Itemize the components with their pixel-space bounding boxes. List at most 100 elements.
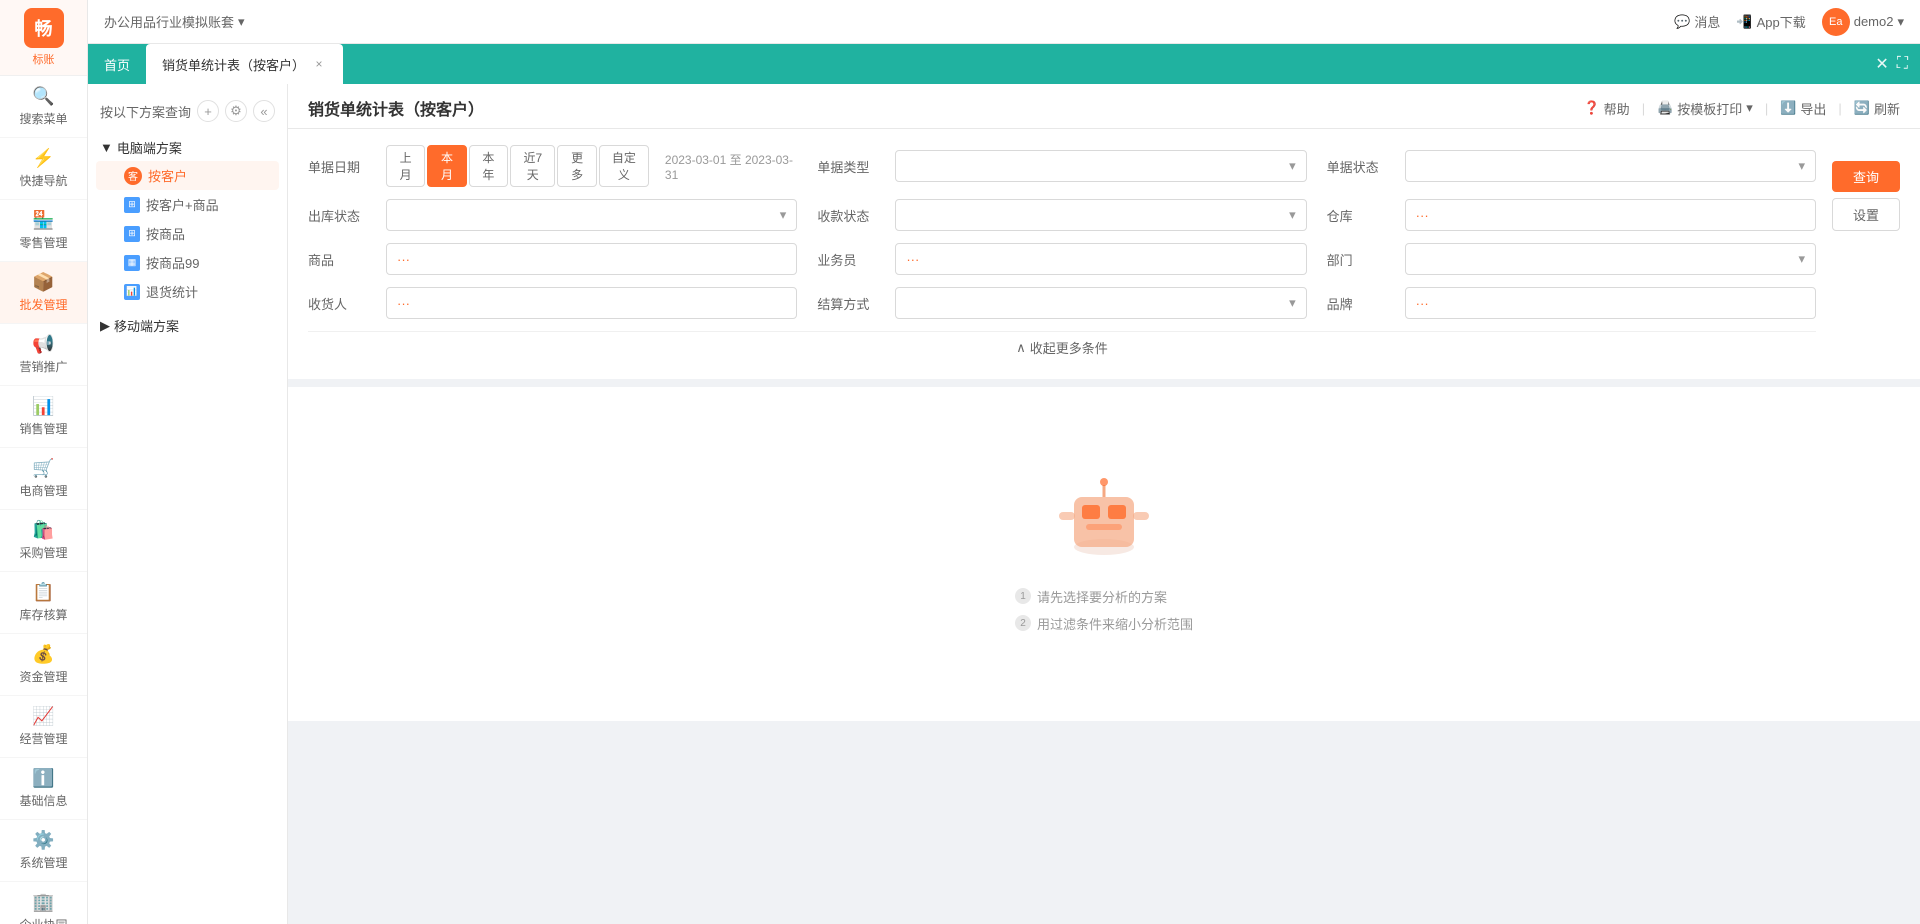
help-label: 帮助 xyxy=(1604,99,1630,118)
sidebar-item-enterprise[interactable]: 🏢 企业协同 xyxy=(0,882,87,924)
tree-item-label: 按商品99 xyxy=(146,253,199,272)
tree-item-return-stats[interactable]: 📊 退货统计 xyxy=(96,277,279,306)
product-label: 商品 xyxy=(308,250,378,269)
last-month-btn[interactable]: 上月 xyxy=(386,145,425,187)
app-icon: 📲 xyxy=(1736,14,1752,30)
tab-active[interactable]: 销货单统计表（按客户） × xyxy=(146,44,343,84)
username: demo2 xyxy=(1854,14,1894,29)
avatar: Ea xyxy=(1822,8,1850,36)
tab-close-all-button[interactable]: ✕ xyxy=(1875,54,1888,74)
collapse-more-button[interactable]: ∧ 收起更多条件 xyxy=(308,331,1816,363)
tab-maximize-button[interactable]: ⛶ xyxy=(1897,55,1908,73)
sidebar-item-marketing[interactable]: 📢 营销推广 xyxy=(0,324,87,386)
sidebar-item-quick-nav[interactable]: ⚡ 快捷导航 xyxy=(0,138,87,200)
sidebar-item-operations[interactable]: 📈 经营管理 xyxy=(0,696,87,758)
tab-bar: 首页 销货单统计表（按客户） × ✕ ⛶ xyxy=(88,44,1920,84)
brand-input[interactable]: ··· xyxy=(1405,287,1816,319)
message-button[interactable]: 💬 消息 xyxy=(1674,12,1720,31)
sidebar-item-search[interactable]: 🔍 搜索菜单 xyxy=(0,76,87,138)
query-button[interactable]: 查询 xyxy=(1832,161,1900,192)
settings-scheme-button[interactable]: ⚙ xyxy=(225,100,247,122)
tree-item-by-customer[interactable]: 客 按客户 xyxy=(96,161,279,190)
panel-header: 按以下方案查询 + ⚙ « xyxy=(88,94,287,128)
tip-2-num: 2 xyxy=(1015,615,1031,631)
tree-item-by-customer-product[interactable]: ⊞ 按客户+商品 xyxy=(96,190,279,219)
payment-status-input[interactable]: ▾ xyxy=(895,199,1306,231)
tree-item-label: 退货统计 xyxy=(146,282,198,301)
app-download-button[interactable]: 📲 App下载 xyxy=(1736,12,1805,31)
recipient-input[interactable]: ··· xyxy=(386,287,797,319)
collapse-panel-button[interactable]: « xyxy=(253,100,275,122)
tip-2: 2 用过滤条件来缩小分析范围 xyxy=(1015,614,1193,633)
tab-close-button[interactable]: × xyxy=(311,56,327,72)
salesperson-dots: ··· xyxy=(906,252,919,267)
help-button[interactable]: ❓ 帮助 xyxy=(1583,99,1629,118)
export-button[interactable]: ⬇️ 导出 xyxy=(1780,99,1826,118)
recipient-dots: ··· xyxy=(397,296,410,311)
sidebar-item-purchase[interactable]: 🛍️ 采购管理 xyxy=(0,510,87,572)
department-dropdown-icon: ▾ xyxy=(1798,251,1805,267)
export-icon: ⬇️ xyxy=(1780,100,1796,116)
tree-item-by-product-99[interactable]: ▦ 按商品99 xyxy=(96,248,279,277)
tree-header-label: 电脑端方案 xyxy=(117,138,182,157)
sidebar-item-finance[interactable]: 💰 资金管理 xyxy=(0,634,87,696)
finance-icon: 💰 xyxy=(32,644,54,665)
industry-label: 办公用品行业模拟账套 xyxy=(104,12,234,31)
payment-method-input[interactable]: ▾ xyxy=(895,287,1306,319)
sidebar-item-label: 库存核算 xyxy=(19,606,67,623)
custom-btn[interactable]: 自定义 xyxy=(599,145,649,187)
sidebar-item-system[interactable]: ⚙️ 系统管理 xyxy=(0,820,87,882)
export-label: 导出 xyxy=(1800,99,1826,118)
more-btn[interactable]: 更多 xyxy=(557,145,596,187)
right-content: 销货单统计表（按客户） ❓ 帮助 | 🖨️ 按模板打印 ▾ | ⬇️ xyxy=(288,84,1920,924)
logo-icon: 畅 xyxy=(24,8,64,48)
search-icon: 🔍 xyxy=(32,86,54,107)
settings-button[interactable]: 设置 xyxy=(1832,198,1900,231)
sidebar-item-wholesale[interactable]: 📦 批发管理 xyxy=(0,262,87,324)
message-label: 消息 xyxy=(1694,12,1720,31)
date-label: 单据日期 xyxy=(308,157,378,176)
ecommerce-icon: 🛒 xyxy=(32,458,54,479)
tree-section: ▼ 电脑端方案 客 按客户 ⊞ 按客户+商品 ⊞ 按商品 ▦ 按商品99 xyxy=(88,134,287,339)
help-icon: ❓ xyxy=(1583,100,1599,116)
doc-status-filter: 单据状态 ▾ xyxy=(1327,150,1816,182)
tree-item-by-product[interactable]: ⊞ 按商品 xyxy=(96,219,279,248)
product-filter: 商品 ··· xyxy=(308,243,797,275)
template-print-button[interactable]: 🖨️ 按模板打印 ▾ xyxy=(1657,99,1753,118)
filter-area: 单据日期 上月 本月 本年 近7天 更多 自定义 2023-03-01 至 20… xyxy=(288,129,1920,379)
out-status-input[interactable]: ▾ xyxy=(386,199,797,231)
product-input[interactable]: ··· xyxy=(386,243,797,275)
refresh-button[interactable]: 🔄 刷新 xyxy=(1854,99,1900,118)
doc-type-input[interactable]: ▾ xyxy=(895,150,1306,182)
sidebar-item-ecommerce[interactable]: 🛒 电商管理 xyxy=(0,448,87,510)
sidebar-item-label: 经营管理 xyxy=(19,730,67,747)
warehouse-dots: ··· xyxy=(1416,208,1429,223)
dropdown-icon: ▾ xyxy=(238,14,245,30)
tab-home[interactable]: 首页 xyxy=(88,44,146,84)
user-profile[interactable]: Ea demo2 ▾ xyxy=(1822,8,1904,36)
sidebar-item-basic[interactable]: ℹ️ 基础信息 xyxy=(0,758,87,820)
industry-selector[interactable]: 办公用品行业模拟账套 ▾ xyxy=(104,12,245,31)
sidebar-item-retail[interactable]: 🏪 零售管理 xyxy=(0,200,87,262)
sidebar-item-sales[interactable]: 📊 销售管理 xyxy=(0,386,87,448)
this-year-btn[interactable]: 本年 xyxy=(469,145,508,187)
sidebar-item-label: 批发管理 xyxy=(19,296,67,313)
print-icon: 🖨️ xyxy=(1657,100,1673,116)
payment-status-filter: 收款状态 ▾ xyxy=(817,199,1306,231)
warehouse-input[interactable]: ··· xyxy=(1405,199,1816,231)
tree-header-desktop[interactable]: ▼ 电脑端方案 xyxy=(96,134,279,161)
basic-icon: ℹ️ xyxy=(32,768,54,789)
sidebar-item-label: 搜索菜单 xyxy=(19,110,67,127)
salesperson-input[interactable]: ··· xyxy=(895,243,1306,275)
department-input[interactable]: ▾ xyxy=(1405,243,1816,275)
add-scheme-button[interactable]: + xyxy=(197,100,219,122)
doc-status-input[interactable]: ▾ xyxy=(1405,150,1816,182)
by-customer-icon: 客 xyxy=(124,167,142,185)
last-7days-btn[interactable]: 近7天 xyxy=(510,145,555,187)
brand-filter: 品牌 ··· xyxy=(1327,287,1816,319)
this-month-btn[interactable]: 本月 xyxy=(427,145,466,187)
sidebar-item-inventory[interactable]: 📋 库存核算 xyxy=(0,572,87,634)
filter-row-1: 单据日期 上月 本月 本年 近7天 更多 自定义 2023-03-01 至 20… xyxy=(308,145,1816,187)
tree-header-mobile[interactable]: ▶ 移动端方案 xyxy=(96,312,279,339)
sidebar-item-label: 基础信息 xyxy=(19,792,67,809)
